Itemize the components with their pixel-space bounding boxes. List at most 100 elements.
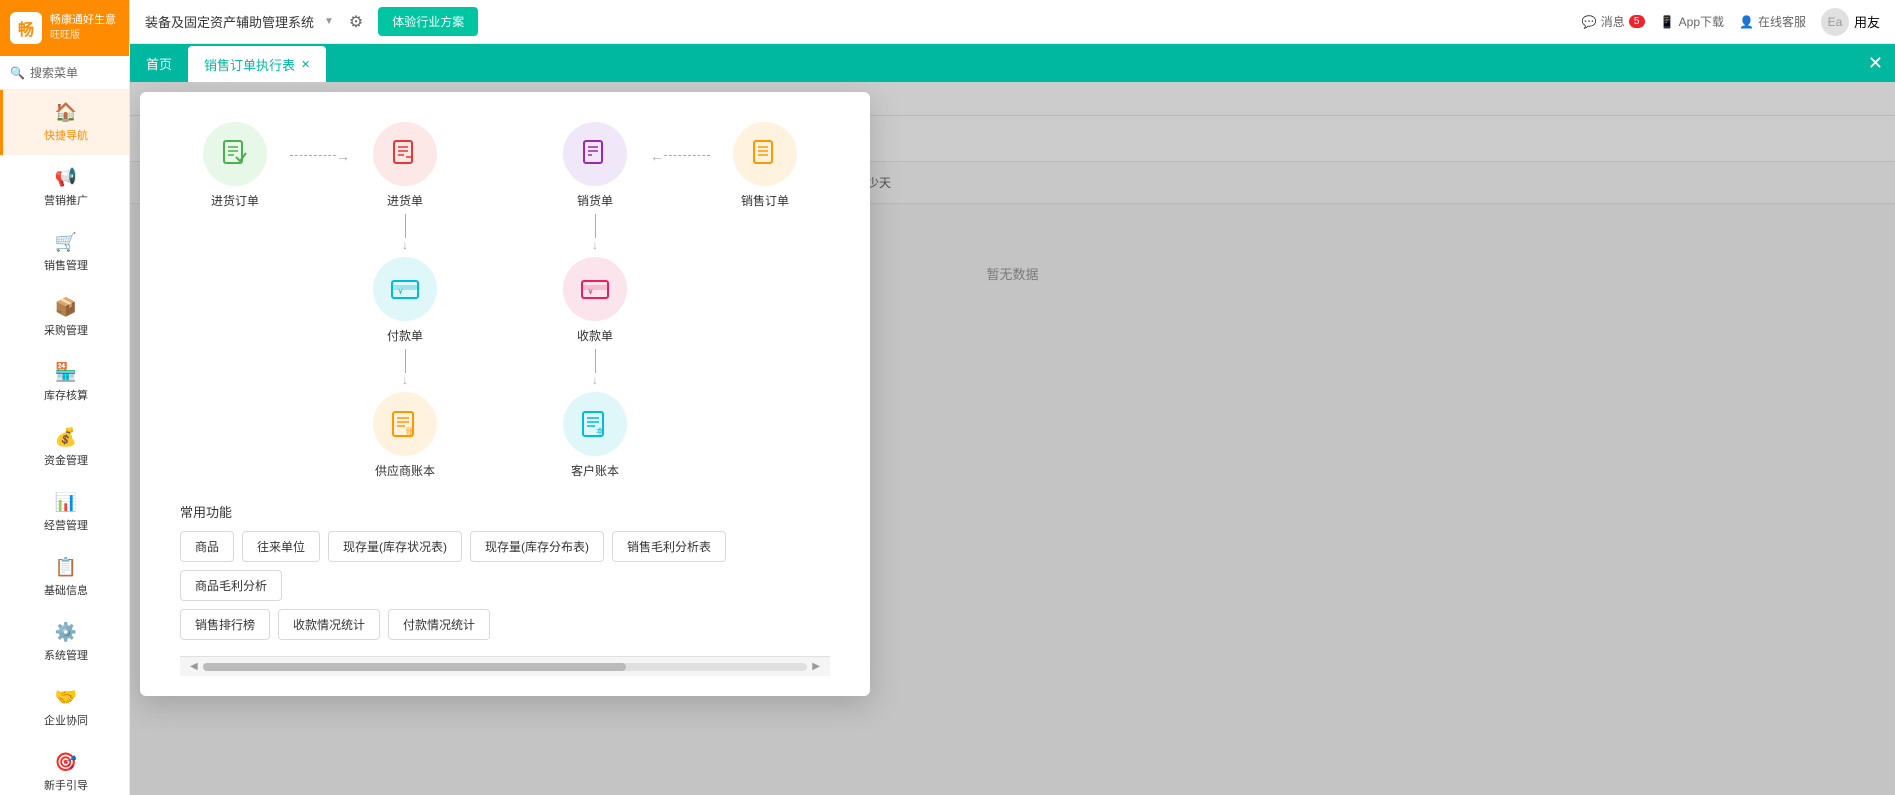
sales-order-icon: [750, 139, 780, 169]
user-area[interactable]: Ea 用友: [1821, 8, 1880, 36]
receipt-circle: ￥: [563, 257, 627, 321]
cf-btn-receipt-stat[interactable]: 收款情况统计: [278, 609, 380, 640]
purchase-icon: 📦: [55, 297, 77, 318]
flow-node-purchase-order[interactable]: 进货订单: [180, 122, 290, 209]
common-functions-title: 常用功能: [180, 502, 830, 521]
modal-body: 进货订单 →: [140, 92, 870, 696]
tabbar: 首页 销售订单执行表 ✕ ✕: [130, 44, 1895, 82]
cf-btn-stock-dist[interactable]: 现存量(库存分布表): [470, 531, 604, 562]
flow-node-sales-order[interactable]: 销售订单: [710, 122, 820, 209]
close-all-tabs-button[interactable]: ✕: [1856, 53, 1895, 74]
arrow-purchase-h: →: [290, 148, 350, 184]
arrow-sales-h: ←: [650, 148, 710, 184]
basic-info-icon: 📋: [55, 557, 77, 578]
newbie-icon: 🎯: [55, 752, 77, 773]
sidebar-item-inventory[interactable]: 🏪 库存核算: [0, 350, 129, 415]
flow-arrow-down-receipt: ↓: [540, 349, 650, 387]
payment-circle: ￥: [373, 257, 437, 321]
inventory-icon: 🏪: [55, 362, 77, 383]
flow-arrow-down-payment: ↓: [350, 349, 460, 387]
main-area: 装备及固定资产辅助管理系统 ▼ ⚙ 体验行业方案 💬 消息 5 📱 App下载 …: [130, 0, 1895, 795]
cf-btn-sales-rank[interactable]: 销售排行榜: [180, 609, 270, 640]
sidebar-item-finance[interactable]: 💰 资金管理: [0, 415, 129, 480]
sales-bill-circle: [563, 122, 627, 186]
flow-arrow-down-purchase: ↓: [350, 214, 460, 252]
topbar: 装备及固定资产辅助管理系统 ▼ ⚙ 体验行业方案 💬 消息 5 📱 App下载 …: [130, 0, 1895, 44]
system-title: 装备及固定资产辅助管理系统: [145, 12, 314, 31]
cf-btn-sales-margin[interactable]: 销售毛利分析表: [612, 531, 726, 562]
purchase-order-icon: [220, 139, 250, 169]
sidebar-item-purchase[interactable]: 📦 采购管理: [0, 285, 129, 350]
sidebar-item-sys-mgmt[interactable]: ⚙️ 系统管理: [0, 610, 129, 675]
sidebar-item-operation[interactable]: 📊 经营管理: [0, 480, 129, 545]
scroll-right-icon[interactable]: ▶: [812, 661, 820, 672]
customer-icon: 本: [580, 409, 610, 439]
app-download-button[interactable]: 📱 App下载: [1660, 13, 1724, 30]
customer-circle: 本: [563, 392, 627, 456]
settings-icon[interactable]: ⚙: [349, 12, 363, 32]
cf-btn-counterparty[interactable]: 往来单位: [242, 531, 320, 562]
flow-modal: 进货订单 →: [140, 92, 870, 696]
modal-overlay: 进货订单 →: [130, 82, 1895, 795]
flow-node-payment[interactable]: ￥ 付款单: [350, 257, 460, 344]
sidebar-item-marketing[interactable]: 📢 营销推广: [0, 155, 129, 220]
online-service-button[interactable]: 👤 在线客服: [1739, 13, 1806, 30]
logo-icon: 畅: [10, 12, 42, 44]
sidebar-item-enterprise[interactable]: 🤝 企业协同: [0, 675, 129, 740]
svg-text:￥: ￥: [397, 288, 404, 296]
logo-text: 畅康通好生意 旺旺版: [50, 13, 116, 42]
common-function-buttons: 商品 往来单位 现存量(库存状况表) 现存量(库存分布表) 销售毛利分析表 商品…: [180, 531, 830, 601]
flow-node-receipt[interactable]: ￥ 收款单: [540, 257, 650, 344]
sidebar-item-basic-info[interactable]: 📋 基础信息: [0, 545, 129, 610]
sidebar-item-newbie[interactable]: 🎯 新手引导: [0, 740, 129, 795]
cf-btn-product-margin[interactable]: 商品毛利分析: [180, 570, 282, 601]
scrollbar-row: ◀ ▶: [180, 656, 830, 676]
sales-order-circle: [733, 122, 797, 186]
finance-icon: 💰: [55, 427, 77, 448]
flow-row-arrows-down-2: ↓ ↓: [350, 349, 830, 387]
flow-node-customer[interactable]: 本 客户账本: [540, 392, 650, 479]
flow-arrow-down-sales: ↓: [540, 214, 650, 252]
sidebar-item-sales[interactable]: 🛒 销售管理: [0, 220, 129, 285]
flow-node-purchase-bill[interactable]: 进货单: [350, 122, 460, 209]
message-icon: 💬: [1582, 15, 1597, 29]
purchase-bill-circle: [373, 122, 437, 186]
supplier-circle: 账: [373, 392, 437, 456]
home-icon: 🏠: [55, 102, 77, 123]
supplier-icon: 账: [390, 409, 420, 439]
svg-text:￥: ￥: [587, 288, 594, 296]
sidebar-item-quick-nav[interactable]: 🏠 快捷导航: [0, 90, 129, 155]
message-badge: 5: [1629, 15, 1645, 28]
tab-close-icon[interactable]: ✕: [301, 58, 310, 71]
flow-row-3: 账 供应商账本: [180, 392, 830, 479]
enterprise-icon: 🤝: [55, 687, 77, 708]
download-icon: 📱: [1660, 15, 1675, 29]
cf-btn-product[interactable]: 商品: [180, 531, 234, 562]
cf-btn-stock-status[interactable]: 现存量(库存状况表): [328, 531, 462, 562]
tab-home[interactable]: 首页: [130, 44, 188, 82]
purchase-order-circle: [203, 122, 267, 186]
scrollbar-track[interactable]: [203, 663, 808, 671]
marketing-icon: 📢: [55, 167, 77, 188]
search-menu[interactable]: 🔍 搜索菜单: [0, 56, 129, 90]
sidebar: 畅 畅康通好生意 旺旺版 🔍 搜索菜单 🏠 快捷导航 📢 营销推广 🛒 销售管理: [0, 0, 130, 795]
try-industry-button[interactable]: 体验行业方案: [378, 7, 478, 36]
scroll-left-icon[interactable]: ◀: [190, 661, 198, 672]
flow-node-supplier[interactable]: 账 供应商账本: [350, 392, 460, 479]
payment-icon: ￥: [390, 274, 420, 304]
message-button[interactable]: 💬 消息 5: [1582, 13, 1645, 30]
system-dropdown[interactable]: ▼: [324, 16, 334, 27]
dropdown-arrow-icon: ▼: [324, 16, 334, 27]
scrollbar-thumb[interactable]: [203, 663, 626, 671]
flow-node-sales-bill[interactable]: 销货单: [540, 122, 650, 209]
tab-sales-order[interactable]: 销售订单执行表 ✕: [188, 46, 326, 82]
svg-text:本: 本: [596, 426, 604, 436]
service-icon: 👤: [1739, 15, 1754, 29]
operation-icon: 📊: [55, 492, 77, 513]
sales-bill-icon: [580, 139, 610, 169]
cf-btn-payment-stat[interactable]: 付款情况统计: [388, 609, 490, 640]
flow-row-2: ￥ 付款单: [180, 257, 830, 344]
flow-row-1: 进货订单 →: [180, 122, 830, 209]
topbar-right: 💬 消息 5 📱 App下载 👤 在线客服 Ea 用友: [1582, 8, 1880, 36]
purchase-bill-icon: [390, 139, 420, 169]
